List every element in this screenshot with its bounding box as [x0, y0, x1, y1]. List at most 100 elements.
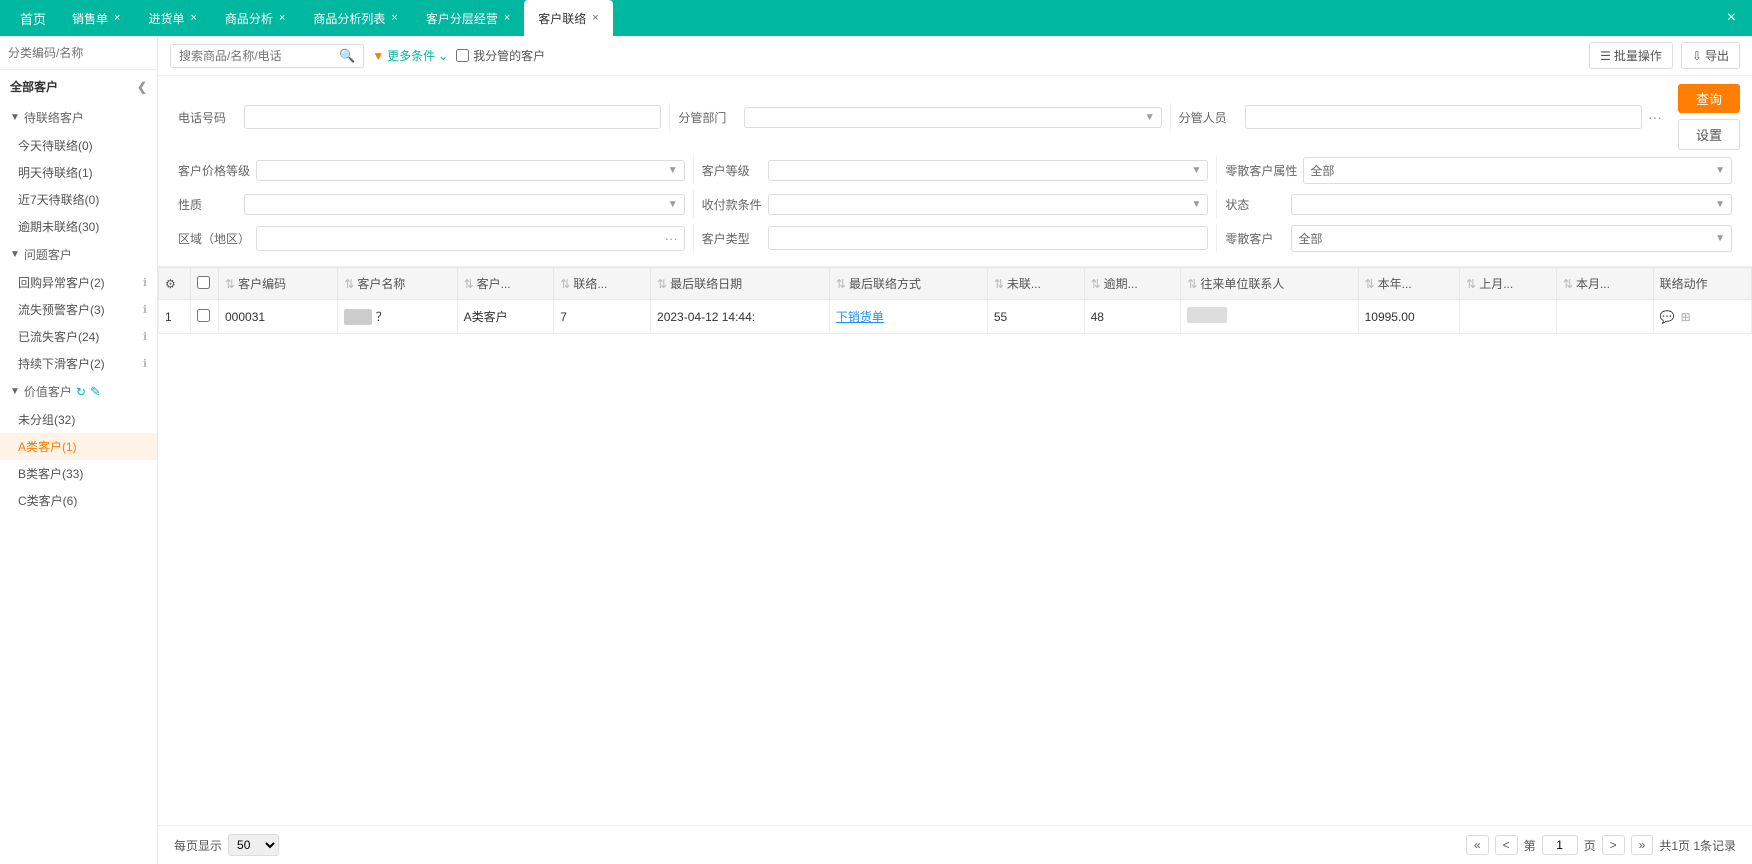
filter-customer-level-select[interactable]: ▼ [768, 160, 1209, 181]
nav-item-customercontact[interactable]: 客户联络 × [524, 0, 612, 36]
filter-customer-type-input[interactable] [768, 226, 1209, 250]
filter-nature-select[interactable]: ▼ [244, 194, 685, 215]
select-all-checkbox[interactable] [197, 276, 210, 289]
filter-more-btn[interactable]: ▼ 更多条件 ⌄ [372, 47, 448, 64]
sidebar-item-aclass[interactable]: A类客户(1) [0, 433, 157, 460]
filter-payment-select[interactable]: ▼ [768, 194, 1209, 215]
sidebar-section-value[interactable]: ▼ 价值客户 ↻ ✎ [0, 377, 157, 406]
query-btn[interactable]: 查询 [1678, 84, 1740, 113]
filter-funnel-icon: ▼ [372, 49, 384, 63]
page-size-area: 每页显示 20 50 100 200 [174, 834, 279, 856]
filter-scatter-select[interactable]: 全部 ▼ [1291, 225, 1732, 252]
action-icons-group: 💬 ⊞ [1660, 310, 1745, 324]
sidebar-all-customers[interactable]: 全部客户 ❮ [0, 70, 157, 103]
contact-person-placeholder [1187, 307, 1227, 323]
page-label: 第 [1524, 837, 1536, 854]
current-page-input[interactable] [1542, 835, 1578, 855]
nav-item-analysis[interactable]: 商品分析 × [211, 0, 299, 36]
col-last-date[interactable]: ⇅最后联络日期 [651, 268, 830, 300]
filter-scatter: 零散客户 全部 ▼ [1217, 225, 1740, 252]
first-page-btn[interactable]: « [1466, 835, 1489, 855]
close-all-icon[interactable]: × [1719, 9, 1744, 26]
sidebar-search-input[interactable] [8, 46, 158, 60]
close-analysis-icon[interactable]: × [279, 12, 285, 24]
col-settings[interactable]: ⚙ [159, 268, 191, 300]
sort-icon-lastdate: ⇅ [657, 277, 667, 291]
sidebar-item-bclass[interactable]: B类客户(33) [0, 460, 157, 487]
nav-item-customerseg[interactable]: 客户分层经营 × [412, 0, 524, 36]
filter-price-level-select[interactable]: ▼ [256, 160, 685, 181]
last-method-link[interactable]: 下销货单 [836, 310, 884, 324]
sidebar-section-pending[interactable]: ▼ 待联络客户 [0, 103, 157, 132]
filter-dept-select[interactable]: ▼ [744, 107, 1161, 128]
my-customers-checkbox[interactable] [456, 49, 469, 62]
sidebar-item-cclass[interactable]: C类客户(6) [0, 487, 157, 514]
filter-scatter-attr-chev: ▼ [1715, 165, 1725, 176]
value-edit-icon[interactable]: ✎ [90, 384, 101, 400]
last-page-btn[interactable]: » [1631, 835, 1654, 855]
filter-customer-level-chev: ▼ [1191, 165, 1201, 176]
filter-status-label: 状态 [1225, 196, 1285, 213]
sidebar: 🔍 全部客户 ❮ ▼ 待联络客户 今天待联络(0) 明天待联络(1) 近7天待联… [0, 36, 158, 864]
value-refresh-icon[interactable]: ↻ [76, 385, 86, 399]
filter-person-dots[interactable]: ··· [1648, 109, 1662, 125]
batch-ops-btn[interactable]: ☰ 批量操作 [1589, 42, 1673, 69]
row-contact-count: 7 [554, 300, 651, 334]
qr-icon[interactable]: ⊞ [1681, 310, 1691, 324]
table-settings-icon[interactable]: ⚙ [165, 277, 176, 291]
sidebar-item-today[interactable]: 今天待联络(0) [0, 132, 157, 159]
chat-icon[interactable]: 💬 [1660, 310, 1675, 324]
adv-filter-row-1: 电话号码 分管部门 ▼ 分管人员 ··· [170, 84, 1740, 150]
sidebar-item-lost[interactable]: 已流失客户(24) ℹ [0, 323, 157, 350]
page-size-select[interactable]: 20 50 100 200 [228, 834, 279, 856]
settings-btn[interactable]: 设置 [1678, 119, 1740, 150]
close-customercontact-icon[interactable]: × [592, 12, 598, 24]
col-last-month[interactable]: ⇅上月... [1460, 268, 1557, 300]
sidebar-item-abnormal[interactable]: 回购异常客户(2) ℹ [0, 269, 157, 296]
filter-person-input[interactable] [1245, 105, 1642, 129]
sidebar-item-nogroup[interactable]: 未分组(32) [0, 406, 157, 433]
filter-search-input[interactable] [179, 49, 339, 63]
sidebar-section-problem[interactable]: ▼ 问题客户 [0, 240, 157, 269]
col-this-year[interactable]: ⇅本年... [1358, 268, 1460, 300]
sidebar-item-tomorrow[interactable]: 明天待联络(1) [0, 159, 157, 186]
col-actions: 联络动作 [1653, 268, 1751, 300]
close-salesorder-icon[interactable]: × [114, 12, 120, 24]
sidebar-item-7days[interactable]: 近7天待联络(0) [0, 186, 157, 213]
col-contact-count[interactable]: ⇅联络... [554, 268, 651, 300]
prev-page-btn[interactable]: < [1495, 835, 1518, 855]
next-page-btn[interactable]: > [1602, 835, 1625, 855]
sidebar-collapse-icon[interactable]: ❮ [137, 80, 147, 94]
info-icon-warning: ℹ [143, 303, 147, 316]
col-type[interactable]: ⇅客户... [457, 268, 554, 300]
sidebar-item-warning[interactable]: 流失预警客户(3) ℹ [0, 296, 157, 323]
nav-item-analysislist[interactable]: 商品分析列表 × [299, 0, 411, 36]
export-btn[interactable]: ⇩ 导出 [1681, 42, 1740, 69]
nav-item-salesorder[interactable]: 销售单 × [58, 0, 134, 36]
nav-item-purchase[interactable]: 进货单 × [134, 0, 210, 36]
page-size-label: 每页显示 [174, 837, 222, 854]
filter-phone-input[interactable] [244, 105, 661, 129]
row-check[interactable] [197, 309, 210, 322]
close-analysislist-icon[interactable]: × [391, 12, 397, 24]
filter-status-select[interactable]: ▼ [1291, 194, 1732, 215]
sort-icon-nocontact: ⇅ [994, 277, 1004, 291]
close-purchase-icon[interactable]: × [190, 12, 196, 24]
col-last-method[interactable]: ⇅最后联络方式 [829, 268, 987, 300]
col-name[interactable]: ⇅客户名称 [338, 268, 457, 300]
nav-home[interactable]: 首页 [8, 0, 58, 36]
filter-region-select[interactable]: ··· [256, 226, 685, 251]
col-code[interactable]: ⇅客户编码 [219, 268, 338, 300]
sidebar-item-declining[interactable]: 持续下滑客户(2) ℹ [0, 350, 157, 377]
filter-search-icon[interactable]: 🔍 [339, 48, 355, 64]
col-no-contact[interactable]: ⇅未联... [987, 268, 1084, 300]
col-this-month[interactable]: ⇅本月... [1556, 268, 1653, 300]
filter-scatter-attr-select[interactable]: 全部 ▼ [1303, 157, 1732, 184]
col-overdue[interactable]: ⇅逾期... [1084, 268, 1181, 300]
close-customerseg-icon[interactable]: × [504, 12, 510, 24]
col-checkbox [191, 268, 219, 300]
col-contact-person[interactable]: ⇅往来单位联系人 [1181, 268, 1358, 300]
sidebar-item-overdue[interactable]: 逾期未联络(30) [0, 213, 157, 240]
filter-region-dots[interactable]: ··· [665, 231, 678, 246]
sort-icon-cp: ⇅ [1187, 277, 1197, 291]
